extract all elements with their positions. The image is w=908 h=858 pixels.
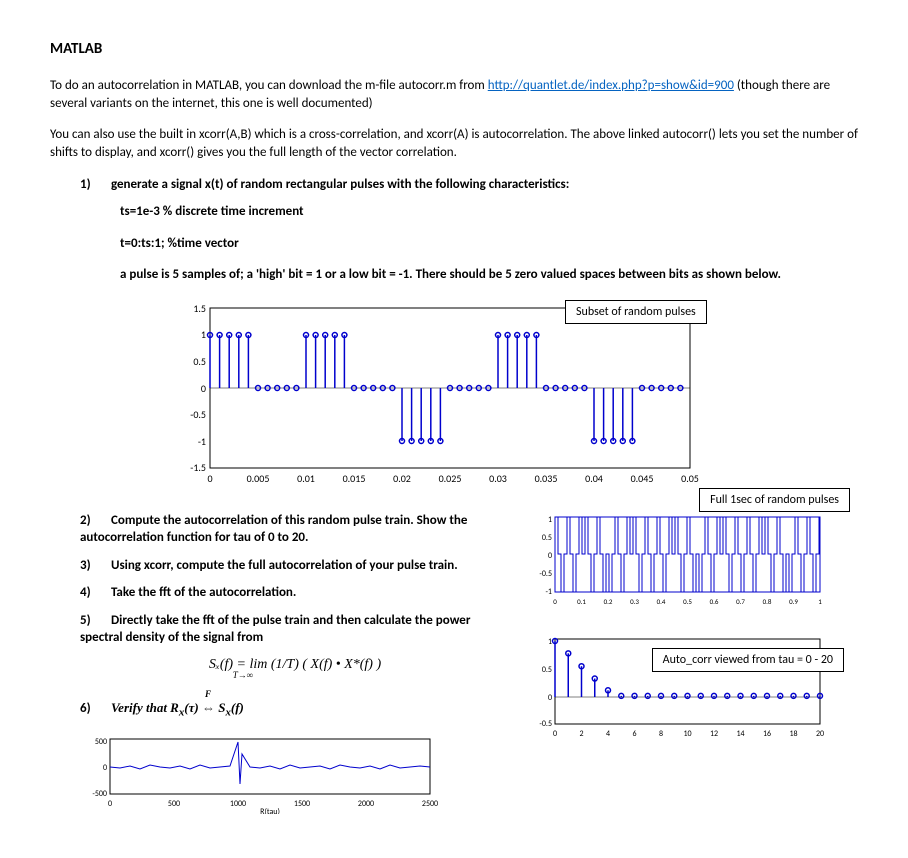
svg-text:6: 6 — [632, 729, 636, 739]
svg-text:0.7: 0.7 — [736, 597, 745, 606]
step-6-text: Verify that Rx(τ) F ⇔ Sx(f) — [111, 700, 244, 715]
svg-text:0.045: 0.045 — [631, 472, 654, 485]
svg-text:0: 0 — [553, 597, 557, 606]
chart-3-label: Auto_corr viewed from tau = 0 - 20 — [652, 648, 844, 672]
step-5-text: Directly take the fft of the pulse train… — [80, 613, 470, 646]
svg-text:0.6: 0.6 — [710, 597, 719, 606]
svg-text:1500: 1500 — [294, 799, 310, 809]
svg-text:0: 0 — [201, 382, 206, 395]
formula-sx: Sₓ(f) = lim (1/T) ( X(f) • X*(f) ) T→∞ — [80, 657, 510, 689]
chart-4-svg: 500 0 -500 0 500 1000 1500 2000 2500 R(tau) — [80, 734, 440, 814]
step-5-number: 5) — [80, 612, 108, 630]
svg-text:-1: -1 — [545, 587, 552, 597]
svg-text:0.005: 0.005 — [247, 472, 270, 485]
step-4-number: 4) — [80, 584, 108, 602]
svg-text:0.5: 0.5 — [542, 665, 552, 675]
svg-text:4: 4 — [606, 729, 610, 739]
svg-text:10: 10 — [683, 729, 691, 739]
chart-4-container: 500 0 -500 0 500 1000 1500 2000 2500 R(tau) — [80, 734, 510, 818]
svg-text:-1.5: -1.5 — [190, 461, 206, 474]
svg-text:0.8: 0.8 — [763, 597, 772, 606]
step-4: 4) Take the fft of the autocorrelation. — [80, 584, 510, 602]
svg-text:-500: -500 — [92, 789, 107, 799]
chart-3-container: 1 0.5 0 -0.5 0 2 4 6 8 10 12 14 16 18 20 Auto_corr… — [530, 634, 850, 748]
svg-text:0: 0 — [548, 693, 552, 703]
step-1-ts: ts=1e-3 % discrete time increment — [120, 203, 858, 221]
step-3-text: Using xcorr, compute the full autocorrel… — [111, 558, 458, 573]
svg-text:-0.5: -0.5 — [539, 569, 552, 579]
svg-text:0.3: 0.3 — [630, 597, 639, 606]
svg-text:-1: -1 — [198, 435, 206, 448]
intro-paragraph-1: To do an autocorrelation in MATLAB, you … — [50, 76, 858, 112]
svg-text:0.01: 0.01 — [297, 472, 315, 485]
step-1: 1) generate a signal x(t) of random rect… — [80, 176, 858, 194]
svg-text:0.02: 0.02 — [393, 472, 411, 485]
svg-text:0: 0 — [108, 799, 112, 809]
svg-text:-0.5: -0.5 — [190, 408, 206, 421]
svg-text:1: 1 — [818, 597, 822, 606]
svg-text:500: 500 — [95, 737, 107, 747]
svg-text:0.1: 0.1 — [577, 597, 586, 606]
step-3: 3) Using xcorr, compute the full autocor… — [80, 557, 510, 575]
svg-text:0.5: 0.5 — [193, 355, 206, 368]
step-1-t: t=0:ts:1; %time vector — [120, 235, 858, 253]
svg-text:16: 16 — [763, 729, 771, 739]
svg-text:0.5: 0.5 — [542, 533, 552, 543]
svg-text:0.4: 0.4 — [657, 597, 666, 606]
svg-text:1.5: 1.5 — [193, 302, 206, 315]
svg-text:1: 1 — [548, 637, 552, 647]
step-3-number: 3) — [80, 557, 108, 575]
svg-text:1: 1 — [201, 328, 206, 341]
step-2: 2) Compute the autocorrelation of this r… — [80, 512, 510, 547]
svg-text:2: 2 — [579, 729, 583, 739]
svg-text:0.9: 0.9 — [789, 597, 798, 606]
step-1-number: 1) — [80, 176, 108, 194]
svg-text:14: 14 — [736, 729, 744, 739]
svg-text:0.04: 0.04 — [585, 472, 603, 485]
chart-1-svg: 1.5 1 0.5 0 -0.5 -1 -1.5 0 0.005 0.01 0.… — [170, 298, 730, 488]
step-6: 6) Verify that Rx(τ) F ⇔ Sx(f) — [80, 699, 510, 720]
chart-2-label: Full 1sec of random pulses — [699, 488, 850, 512]
svg-text:1000: 1000 — [230, 799, 246, 809]
svg-text:20: 20 — [816, 729, 824, 739]
svg-text:2000: 2000 — [358, 799, 374, 809]
step-2-text: Compute the autocorrelation of this rand… — [80, 513, 467, 546]
svg-text:12: 12 — [710, 729, 718, 739]
svg-text:0.2: 0.2 — [604, 597, 613, 606]
intro-paragraph-2: You can also use the built in xcorr(A,B)… — [50, 126, 858, 161]
svg-text:500: 500 — [168, 799, 180, 809]
svg-text:1: 1 — [548, 515, 552, 525]
step-1-text: generate a signal x(t) of random rectang… — [111, 177, 569, 192]
quantlet-link[interactable]: http://quantlet.de/index.php?p=show&id=9… — [488, 78, 734, 93]
step-2-number: 2) — [80, 512, 108, 530]
svg-text:0.5: 0.5 — [683, 597, 692, 606]
svg-text:R(tau): R(tau) — [260, 807, 280, 814]
chart-1-container: 1.5 1 0.5 0 -0.5 -1 -1.5 0 0.005 0.01 0.… — [170, 298, 858, 492]
svg-text:0.035: 0.035 — [535, 472, 558, 485]
step-1-pulse: a pulse is 5 samples of; a 'high' bit = … — [120, 266, 858, 284]
svg-text:0.03: 0.03 — [489, 472, 507, 485]
svg-text:8: 8 — [659, 729, 663, 739]
svg-text:2500: 2500 — [422, 799, 438, 809]
chart-1-label: Subset of random pulses — [565, 300, 707, 324]
step-6-number: 6) — [80, 700, 108, 718]
step-5: 5) Directly take the fft of the pulse tr… — [80, 612, 510, 647]
svg-text:-0.5: -0.5 — [539, 719, 552, 729]
svg-text:0.025: 0.025 — [439, 472, 462, 485]
svg-text:0: 0 — [207, 472, 212, 485]
svg-text:18: 18 — [789, 729, 797, 739]
page-title: MATLAB — [50, 40, 858, 58]
svg-text:0: 0 — [103, 763, 107, 773]
chart-2-svg: 1 0.5 0 -0.5 -1 0 0.1 0.2 0.3 0.4 0.5 0.6 0.7 0.8 0.9… — [530, 512, 830, 612]
step-4-text: Take the fft of the autocorrelation. — [111, 585, 296, 600]
svg-text:0: 0 — [553, 729, 557, 739]
svg-text:0: 0 — [548, 551, 552, 561]
svg-text:0.015: 0.015 — [343, 472, 366, 485]
svg-text:0.05: 0.05 — [681, 472, 699, 485]
